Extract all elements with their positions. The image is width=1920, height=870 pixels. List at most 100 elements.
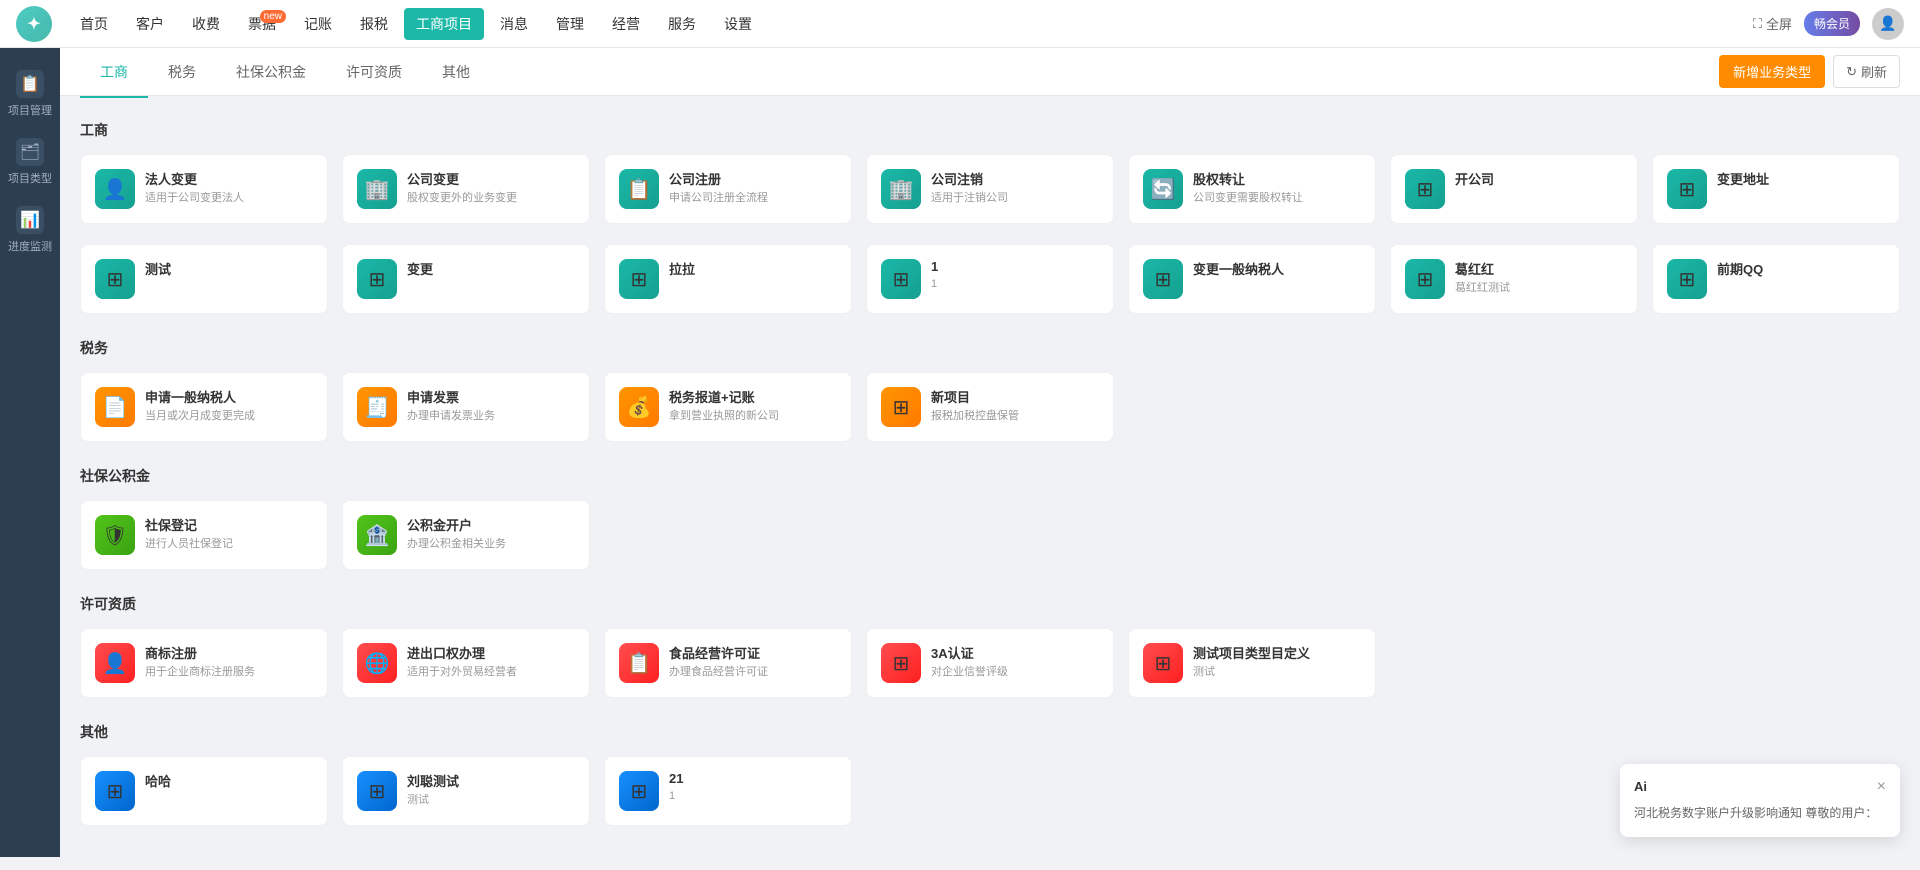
card-test[interactable]: ⊞ 测试 bbox=[80, 244, 328, 314]
card-company-register[interactable]: 📋 公司注册 申请公司注册全流程 bbox=[604, 154, 852, 224]
card-import-export[interactable]: 🌐 进出口权办理 适用于对外贸易经营者 bbox=[342, 628, 590, 698]
sub-tabs: 工商 税务 社保公积金 许可资质 其他 新增业务类型 ↻ 刷新 bbox=[60, 48, 1920, 96]
notification-header: Ai × bbox=[1634, 778, 1886, 796]
card-company-change[interactable]: 🏢 公司变更 股权变更外的业务变更 bbox=[342, 154, 590, 224]
section-permit: 许可资质 👤 商标注册 用于企业商标注册服务 🌐 进 bbox=[80, 594, 1900, 698]
card-qianqi-qq[interactable]: ⊞ 前期QQ bbox=[1652, 244, 1900, 314]
card-haha[interactable]: ⊞ 哈哈 bbox=[80, 756, 328, 826]
card-change-address[interactable]: ⊞ 变更地址 bbox=[1652, 154, 1900, 224]
card-legal-person-change[interactable]: 👤 法人变更 适用于公司变更法人 bbox=[80, 154, 328, 224]
nav-message[interactable]: 消息 bbox=[488, 8, 540, 40]
card-icon-gehonghong: ⊞ bbox=[1405, 259, 1445, 299]
card-lala[interactable]: ⊞ 拉拉 bbox=[604, 244, 852, 314]
card-icon-liucong: ⊞ bbox=[357, 771, 397, 811]
section-industry: 工商 👤 法人变更 适用于公司变更法人 🏢 公司变更 bbox=[80, 120, 1900, 314]
nav-manage[interactable]: 管理 bbox=[544, 8, 596, 40]
card-icon-qq: ⊞ bbox=[1667, 259, 1707, 299]
card-icon-food: 📋 bbox=[619, 643, 659, 683]
social-cards: 🛡 社保登记 进行人员社保登记 🏦 公积金开户 办理公积金相关业务 bbox=[80, 500, 1900, 570]
card-icon-3a: ⊞ bbox=[881, 643, 921, 683]
card-icon-social: 🛡 bbox=[95, 515, 135, 555]
nav-tax[interactable]: 报税 bbox=[348, 8, 400, 40]
card-icon-1: ⊞ bbox=[881, 259, 921, 299]
notification-title: Ai bbox=[1634, 779, 1647, 794]
card-icon-apply-taxpayer: 📄 bbox=[95, 387, 135, 427]
card-company-cancel[interactable]: 🏢 公司注销 适用于注销公司 bbox=[866, 154, 1114, 224]
nav-service[interactable]: 服务 bbox=[656, 8, 708, 40]
card-icon-21: ⊞ bbox=[619, 771, 659, 811]
content-area: 工商 👤 法人变更 适用于公司变更法人 🏢 公司变更 bbox=[60, 96, 1920, 870]
new-badge: new bbox=[260, 10, 286, 23]
card-21[interactable]: ⊞ 21 1 bbox=[604, 756, 852, 826]
nav-customer[interactable]: 客户 bbox=[124, 8, 176, 40]
notification-body: 河北税务数字账户升级影响通知 尊敬的用户： bbox=[1634, 804, 1886, 823]
card-icon-change: ⊞ bbox=[357, 259, 397, 299]
nav-settings[interactable]: 设置 bbox=[712, 8, 764, 40]
card-3a-cert[interactable]: ⊞ 3A认证 对企业信誉评级 bbox=[866, 628, 1114, 698]
nav-operation[interactable]: 经营 bbox=[600, 8, 652, 40]
card-icon-fund: 🏦 bbox=[357, 515, 397, 555]
card-fund-account[interactable]: 🏦 公积金开户 办理公积金相关业务 bbox=[342, 500, 590, 570]
card-1[interactable]: ⊞ 1 1 bbox=[866, 244, 1114, 314]
avatar[interactable]: 👤 bbox=[1872, 8, 1904, 40]
sub-tabs-left: 工商 税务 社保公积金 许可资质 其他 bbox=[80, 47, 490, 97]
card-icon-test-def: ⊞ bbox=[1143, 643, 1183, 683]
card-gehonghong[interactable]: ⊞ 葛红红 葛红红测试 bbox=[1390, 244, 1638, 314]
card-icon-change-taxpayer: ⊞ bbox=[1143, 259, 1183, 299]
sidebar-item-progress[interactable]: 📊 进度监测 bbox=[0, 196, 60, 264]
card-icon-lala: ⊞ bbox=[619, 259, 659, 299]
vip-button[interactable]: 畅会员 bbox=[1804, 11, 1860, 36]
nav-fee[interactable]: 收费 bbox=[180, 8, 232, 40]
permit-cards: 👤 商标注册 用于企业商标注册服务 🌐 进出口权办理 适用于对外贸易经营者 bbox=[80, 628, 1900, 698]
notification-close-button[interactable]: × bbox=[1877, 778, 1886, 796]
card-icon-legal-person: 👤 bbox=[95, 169, 135, 209]
add-business-type-button[interactable]: 新增业务类型 bbox=[1719, 55, 1825, 88]
card-social-register[interactable]: 🛡 社保登记 进行人员社保登记 bbox=[80, 500, 328, 570]
card-icon-trademark: 👤 bbox=[95, 643, 135, 683]
tab-tax[interactable]: 税务 bbox=[148, 48, 216, 98]
card-new-project[interactable]: ⊞ 新项目 报税加税控盘保管 bbox=[866, 372, 1114, 442]
card-icon-equity: 🔄 bbox=[1143, 169, 1183, 209]
industry-cards-row1: 👤 法人变更 适用于公司变更法人 🏢 公司变更 股权变更外的业务变更 bbox=[80, 154, 1900, 224]
tab-social-insurance[interactable]: 社保公积金 bbox=[216, 48, 326, 98]
card-change[interactable]: ⊞ 变更 bbox=[342, 244, 590, 314]
section-industry-title: 工商 bbox=[80, 120, 1900, 140]
card-tax-report-bookkeep[interactable]: 💰 税务报道+记账 拿到营业执照的新公司 bbox=[604, 372, 852, 442]
nav-items: 首页 客户 收费 票据 new 记账 报税 工商项目 消息 管理 经营 服务 设… bbox=[68, 8, 1753, 40]
card-open-company[interactable]: ⊞ 开公司 bbox=[1390, 154, 1638, 224]
tab-other[interactable]: 其他 bbox=[422, 48, 490, 98]
notification-panel: Ai × 河北税务数字账户升级影响通知 尊敬的用户： bbox=[1620, 764, 1900, 837]
card-icon-company-change: 🏢 bbox=[357, 169, 397, 209]
nav-ticket[interactable]: 票据 new bbox=[236, 8, 288, 40]
fullscreen-icon: ⛶ bbox=[1753, 16, 1762, 32]
sidebar-item-project-manage[interactable]: 📋 项目管理 bbox=[0, 60, 60, 128]
nav-home[interactable]: 首页 bbox=[68, 8, 120, 40]
sidebar-item-project-type[interactable]: 🗂 项目类型 bbox=[0, 128, 60, 196]
refresh-button[interactable]: ↻ 刷新 bbox=[1833, 55, 1900, 88]
card-liucong-test[interactable]: ⊞ 刘聪测试 测试 bbox=[342, 756, 590, 826]
nav-industry[interactable]: 工商项目 bbox=[404, 8, 484, 40]
nav-right: ⛶ 全屏 畅会员 👤 bbox=[1753, 8, 1904, 40]
card-trademark[interactable]: 👤 商标注册 用于企业商标注册服务 bbox=[80, 628, 328, 698]
card-test-type-def[interactable]: ⊞ 测试项目类型目定义 测试 bbox=[1128, 628, 1376, 698]
tax-cards: 📄 申请一般纳税人 当月或次月成变更完成 🧾 申请发票 办理申请发票业务 bbox=[80, 372, 1900, 442]
nav-bookkeep[interactable]: 记账 bbox=[292, 8, 344, 40]
card-icon-import-export: 🌐 bbox=[357, 643, 397, 683]
tab-industry[interactable]: 工商 bbox=[80, 48, 148, 98]
app-logo: ✦ bbox=[16, 6, 52, 42]
refresh-icon: ↻ bbox=[1846, 64, 1857, 80]
fullscreen-btn[interactable]: ⛶ 全屏 bbox=[1753, 14, 1792, 33]
main-content: 工商 税务 社保公积金 许可资质 其他 新增业务类型 ↻ 刷新 工商 👤 bbox=[60, 48, 1920, 870]
card-change-taxpayer[interactable]: ⊞ 变更一般纳税人 bbox=[1128, 244, 1376, 314]
tab-permit[interactable]: 许可资质 bbox=[326, 48, 422, 98]
progress-icon: 📊 bbox=[16, 206, 44, 234]
card-equity-transfer[interactable]: 🔄 股权转让 公司变更需要股权转让 bbox=[1128, 154, 1376, 224]
section-tax: 税务 📄 申请一般纳税人 当月或次月成变更完成 🧾 bbox=[80, 338, 1900, 442]
card-apply-invoice[interactable]: 🧾 申请发票 办理申请发票业务 bbox=[342, 372, 590, 442]
sub-tabs-right: 新增业务类型 ↻ 刷新 bbox=[1719, 55, 1900, 88]
card-apply-taxpayer[interactable]: 📄 申请一般纳税人 当月或次月成变更完成 bbox=[80, 372, 328, 442]
card-icon-tax-report: 💰 bbox=[619, 387, 659, 427]
card-food-permit[interactable]: 📋 食品经营许可证 办理食品经营许可证 bbox=[604, 628, 852, 698]
industry-cards-row2: ⊞ 测试 ⊞ 变更 bbox=[80, 244, 1900, 314]
project-type-icon: 🗂 bbox=[16, 138, 44, 166]
